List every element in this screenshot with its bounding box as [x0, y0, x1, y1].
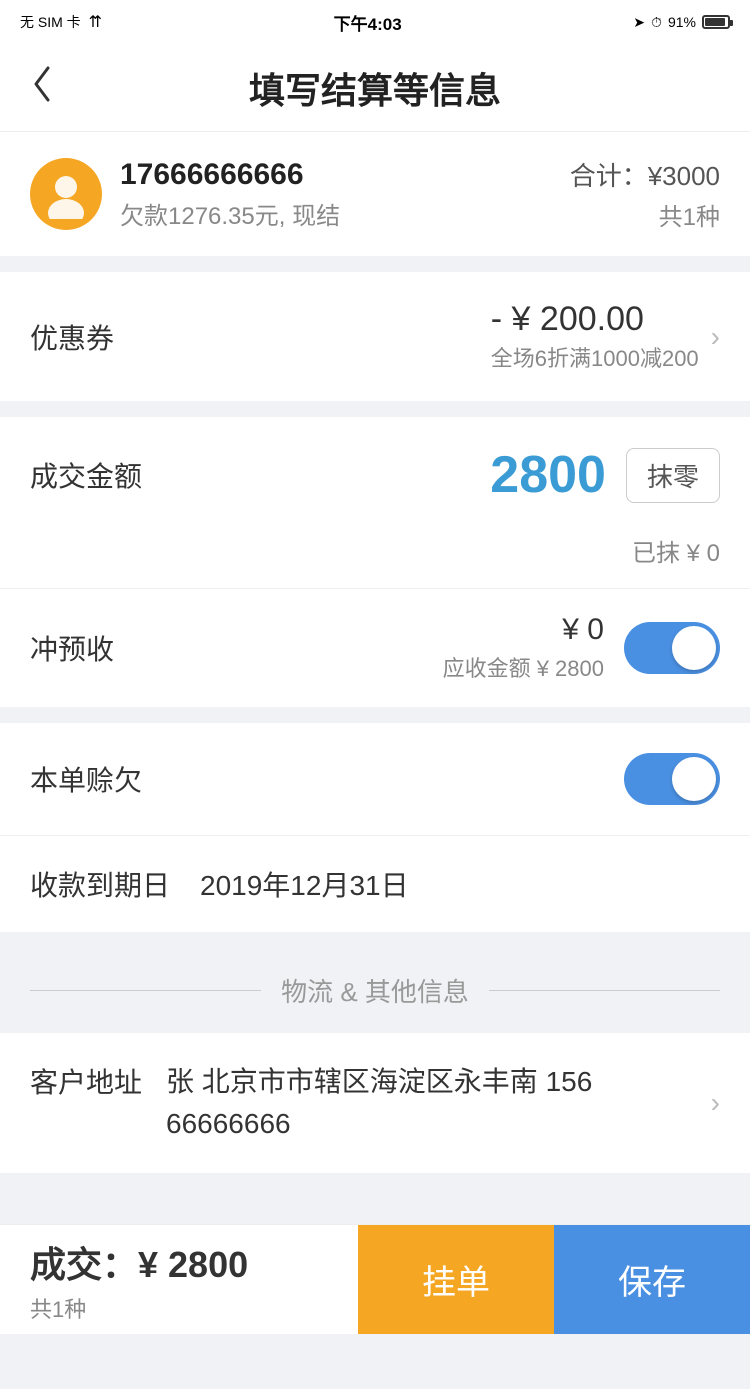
total-label: 合计：¥3000: [570, 156, 720, 193]
address-label: 客户地址: [30, 1061, 142, 1101]
address-value: 张 北京市市辖区海淀区永丰南 156 66666666: [166, 1061, 699, 1145]
duedate-label: 收款到期日: [30, 864, 170, 904]
user-sub: 欠款1276.35元, 现结: [120, 196, 340, 231]
status-right: ➤ ⏱ 91%: [633, 14, 730, 31]
arrear-row: 本单赊欠: [0, 723, 750, 835]
hold-button[interactable]: 挂单: [358, 1225, 554, 1334]
wifi-icon: ⇈: [89, 12, 102, 32]
location-icon: ➤: [633, 14, 645, 31]
coupon-amount: - ¥ 200.00: [491, 300, 699, 339]
prepay-row: 冲预收 ¥ 0 应收金额 ¥ 2800: [0, 588, 750, 707]
prepay-label: 冲预收: [30, 628, 114, 668]
arrear-toggle[interactable]: [624, 753, 720, 805]
divider-line-left: [30, 990, 261, 991]
divider-line-right: [489, 990, 720, 991]
duedate-row: 收款到期日 2019年12月31日: [0, 835, 750, 932]
deal-amount-section: 成交金额 2800 抹零 已抹 ¥ 0 冲预收 ¥ 0 应收金额 ¥ 2800: [0, 417, 750, 707]
avatar: [30, 158, 102, 230]
battery-percent: 91%: [668, 14, 696, 30]
coupon-sub: 全场6折满1000减200: [491, 341, 699, 373]
address-section: 客户地址 张 北京市市辖区海淀区永丰南 156 66666666 ›: [0, 1033, 750, 1173]
round-button[interactable]: 抹零: [626, 448, 720, 503]
coupon-row[interactable]: 优惠券 - ¥ 200.00 全场6折满1000减200 ›: [0, 272, 750, 401]
user-info-section: 17666666666 欠款1276.35元, 现结 合计：¥3000 共1种: [0, 132, 750, 256]
deal-right: 2800 抹零: [490, 445, 720, 505]
user-info: 17666666666 欠款1276.35元, 现结: [120, 158, 340, 231]
user-right: 合计：¥3000 共1种: [570, 156, 720, 232]
bottom-deal-label: 成交：: [30, 1244, 138, 1285]
duedate-value: 2019年12月31日: [200, 864, 409, 904]
bottom-info: 成交：¥ 2800 共1种: [0, 1225, 358, 1334]
coupon-right: - ¥ 200.00 全场6折满1000减200 ›: [491, 300, 720, 373]
arrear-section: 本单赊欠 收款到期日 2019年12月31日: [0, 723, 750, 932]
prepay-sub: 应收金额 ¥ 2800: [443, 651, 604, 683]
back-button[interactable]: [30, 54, 64, 122]
coupon-chevron: ›: [711, 321, 720, 353]
prepay-amount-block: ¥ 0 应收金额 ¥ 2800: [443, 613, 604, 683]
nav-bar: 填写结算等信息: [0, 44, 750, 132]
section-divider: 物流 & 其他信息: [0, 948, 750, 1033]
user-row: 17666666666 欠款1276.35元, 现结 合计：¥3000 共1种: [0, 132, 750, 256]
coupon-section: 优惠券 - ¥ 200.00 全场6折满1000减200 ›: [0, 272, 750, 401]
save-button-label: 保存: [618, 1255, 686, 1304]
save-button[interactable]: 保存: [554, 1225, 750, 1334]
alarm-icon: ⏱: [651, 14, 662, 31]
toggle-knob: [672, 626, 716, 670]
address-row[interactable]: 客户地址 张 北京市市辖区海淀区永丰南 156 66666666 ›: [0, 1033, 750, 1173]
prepay-amount: ¥ 0: [443, 613, 604, 647]
arrear-label: 本单赊欠: [30, 759, 142, 799]
address-chevron: ›: [711, 1087, 720, 1119]
deal-amount-sub: 已抹 ¥ 0: [0, 533, 750, 588]
divider-text: 物流 & 其他信息: [281, 972, 469, 1009]
bottom-deal-value: ¥ 2800: [138, 1244, 248, 1285]
prepay-toggle[interactable]: [624, 622, 720, 674]
bottom-count: 共1种: [30, 1292, 328, 1324]
arrear-toggle-knob: [672, 757, 716, 801]
bottom-deal-amount: 成交：¥ 2800: [30, 1236, 328, 1288]
status-time: 下午4:03: [334, 10, 402, 35]
deal-amount-label: 成交金额: [30, 455, 142, 495]
hold-button-label: 挂单: [422, 1255, 490, 1304]
user-left: 17666666666 欠款1276.35元, 现结: [30, 158, 340, 231]
sim-label: 无 SIM 卡: [20, 12, 81, 32]
page-title: 填写结算等信息: [249, 62, 501, 114]
deal-amount-value: 2800: [490, 445, 606, 505]
deal-amount-row: 成交金额 2800 抹零: [0, 417, 750, 533]
coupon-label: 优惠券: [30, 317, 114, 357]
total-count: 共1种: [570, 197, 720, 232]
prepay-right: ¥ 0 应收金额 ¥ 2800: [443, 613, 720, 683]
status-bar: 无 SIM 卡 ⇈ 下午4:03 ➤ ⏱ 91%: [0, 0, 750, 44]
battery-icon: [702, 15, 730, 29]
user-phone: 17666666666: [120, 158, 340, 192]
status-left: 无 SIM 卡 ⇈: [20, 12, 102, 32]
bottom-bar: 成交：¥ 2800 共1种 挂单 保存: [0, 1224, 750, 1334]
